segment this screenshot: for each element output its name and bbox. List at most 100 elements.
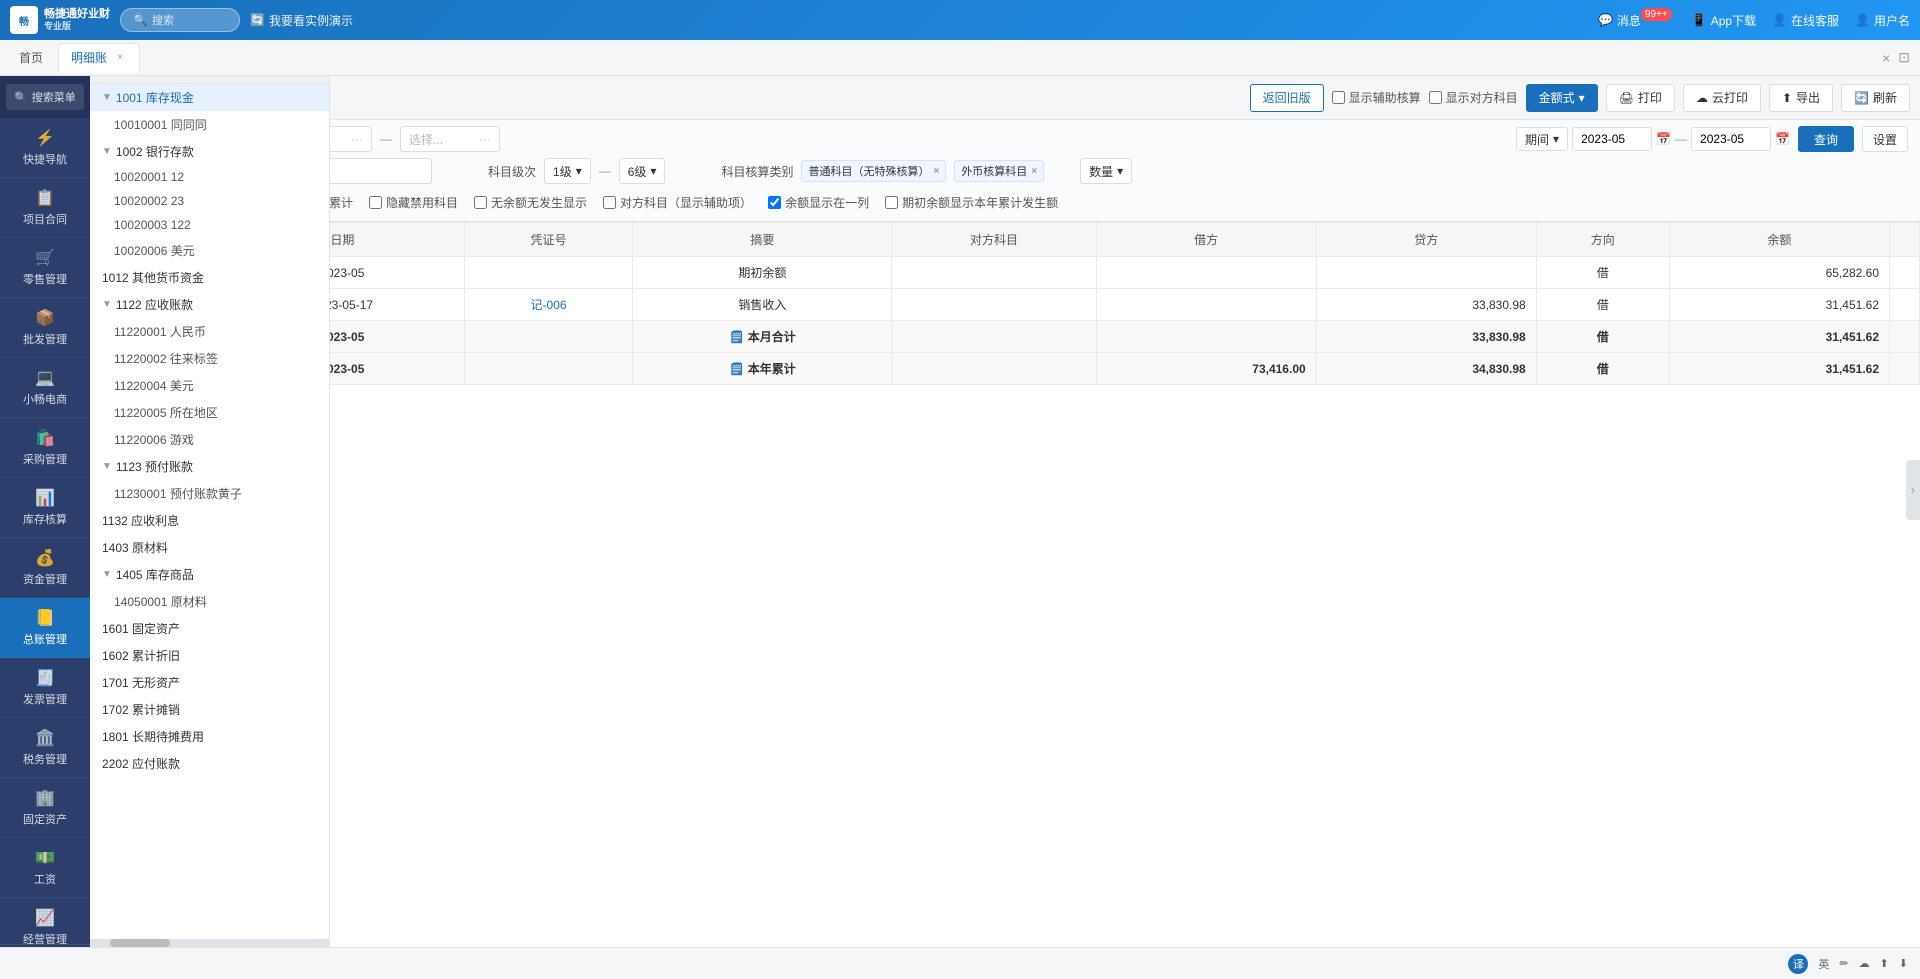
sidebar-item-assets[interactable]: 🏢 固定资产: [0, 778, 90, 838]
account-tree-item-1001[interactable]: ▼ 1001 库存现金: [90, 84, 329, 111]
col-extra: [1890, 223, 1920, 257]
sidebar-item-finance[interactable]: 💰 资金管理: [0, 538, 90, 598]
download-icon[interactable]: ⬇: [1899, 957, 1908, 970]
quantity-select[interactable]: 数量 ▾: [1080, 158, 1132, 184]
sidebar-item-payroll[interactable]: 💵 工资: [0, 838, 90, 898]
search-box[interactable]: 🔍 搜索: [120, 8, 240, 32]
sidebar-item-ledger[interactable]: 📒 总账管理: [0, 598, 90, 658]
account-tree-item-10020006[interactable]: 10020006 美元: [90, 237, 329, 264]
sidebar-item-invoice[interactable]: 🧾 发票管理: [0, 658, 90, 718]
messages-action[interactable]: 💬 消息 99+: [1598, 12, 1676, 29]
account-tree-item-1801[interactable]: 1801 长期待摊费用: [90, 723, 329, 750]
show-contra-checkbox[interactable]: 显示对方科目: [1429, 89, 1518, 106]
account-tree-item-10020002[interactable]: 10020002 23: [90, 189, 329, 213]
sidebar-item-quick-nav[interactable]: ⚡ 快捷导航: [0, 118, 90, 178]
account-tree-item-14050001[interactable]: 14050001 原材料: [90, 588, 329, 615]
level-from-select[interactable]: 1级 ▾: [544, 158, 591, 184]
account-tree-item-10020003[interactable]: 10020003 122: [90, 213, 329, 237]
sidebar-item-retail[interactable]: 🛒 零售管理: [0, 238, 90, 298]
content-area: 1001 库存现金 › ∧ 收起更多 返回旧版 显示辅助核算 显示对方科目 金额…: [90, 76, 1920, 979]
show-auxiliary-checkbox[interactable]: 显示辅助核算: [1332, 89, 1421, 106]
row-voucher[interactable]: 记-006: [464, 289, 633, 321]
account-tree-item-1405[interactable]: ▼ 1405 库存商品: [90, 561, 329, 588]
online-service-action[interactable]: 👤 在线客服: [1772, 12, 1839, 29]
hide-used-checkbox[interactable]: 隐藏禁用科目: [369, 194, 458, 211]
account-tree-item-1602[interactable]: 1602 累计折旧: [90, 642, 329, 669]
row-debit: [1096, 257, 1316, 289]
account-tree-item-11220002[interactable]: 11220002 往来标签: [90, 345, 329, 372]
account-tree-item-1012[interactable]: 1012 其他货币资金: [90, 264, 329, 291]
account-tree-item-11220001[interactable]: 11220001 人民币: [90, 318, 329, 345]
app-download-action[interactable]: 📱 App下载: [1692, 12, 1756, 29]
row-direction: 借: [1536, 353, 1669, 385]
amount-format-btn[interactable]: 金额式 ▾: [1526, 84, 1598, 112]
assets-icon: 🏢: [35, 788, 55, 808]
account-tree-item-11230001[interactable]: 11230001 预付账款黄子: [90, 480, 329, 507]
account-tree-item-2202[interactable]: 2202 应付账款: [90, 750, 329, 777]
user-icon: 👤: [1855, 13, 1870, 27]
refresh-btn[interactable]: 🔄 刷新: [1841, 84, 1910, 112]
inventory-icon: 📊: [35, 488, 55, 508]
sidebar-item-inventory[interactable]: 📊 库存核算: [0, 478, 90, 538]
demo-link[interactable]: 🔄 我要看实例演示: [250, 12, 353, 29]
period-dropdown[interactable]: 期间 ▾: [1516, 127, 1568, 151]
account-tree-item-1132[interactable]: 1132 应收利息: [90, 507, 329, 534]
tab-home[interactable]: 首页: [6, 43, 56, 73]
sidebar-item-ecommerce[interactable]: 💻 小畅电商: [0, 358, 90, 418]
edit-icon[interactable]: ✏: [1839, 957, 1848, 970]
sidebar-search-btn[interactable]: 🔍 搜索菜单: [6, 84, 84, 110]
no-balance-checkbox[interactable]: 无余额无发生显示: [474, 194, 587, 211]
balance-one-checkbox[interactable]: 余额显示在一列: [768, 194, 869, 211]
account-tree-item-11220004[interactable]: 11220004 美元: [90, 372, 329, 399]
chip-2-close[interactable]: ×: [1031, 166, 1037, 177]
account-tree-item-1702[interactable]: 1702 累计摊销: [90, 696, 329, 723]
account-tree-item-1002[interactable]: ▼ 1002 银行存款: [90, 138, 329, 165]
sidebar-item-purchase[interactable]: 🛍️ 采购管理: [0, 418, 90, 478]
period-to-input[interactable]: [1691, 127, 1771, 151]
sidebar-item-project[interactable]: 📋 项目合同: [0, 178, 90, 238]
lang-label[interactable]: 英: [1818, 956, 1829, 972]
tree-collapse-icon: ▼: [102, 461, 112, 472]
filter-setting-btn[interactable]: 设置: [1862, 126, 1908, 152]
window-minimize-btn[interactable]: ×: [1882, 50, 1890, 66]
period-from-input[interactable]: [1572, 127, 1652, 151]
opening-checkbox[interactable]: 期初余额显示本年累计发生额: [885, 194, 1058, 211]
sidebar-item-wholesale[interactable]: 📦 批发管理: [0, 298, 90, 358]
account-tree-item-10020001[interactable]: 10020001 12: [90, 165, 329, 189]
account-tree-item-1123[interactable]: ▼ 1123 预付账款: [90, 453, 329, 480]
translate-icon[interactable]: 译: [1788, 954, 1808, 974]
cloud-icon[interactable]: ☁: [1859, 957, 1870, 970]
ecommerce-icon: 💻: [35, 368, 55, 388]
account-tree-item-1403[interactable]: 1403 原材料: [90, 534, 329, 561]
project-icon: 📋: [35, 188, 55, 208]
account-tree-item-1701[interactable]: 1701 无形资产: [90, 669, 329, 696]
export-btn[interactable]: ⬆ 导出: [1769, 84, 1833, 112]
window-maximize-btn[interactable]: ⊡: [1898, 49, 1910, 66]
account-tree-item-10010001[interactable]: 10010001 同同同: [90, 111, 329, 138]
account-tree-item-11220005[interactable]: 11220005 所在地区: [90, 399, 329, 426]
tab-close-btn[interactable]: ×: [113, 51, 127, 65]
upload-icon[interactable]: ⬆: [1880, 957, 1889, 970]
print-btn[interactable]: 🖨 打印: [1606, 84, 1675, 112]
subject-to-input[interactable]: 选择... ···: [400, 126, 500, 152]
sidebar-item-operations[interactable]: 📈 经营管理: [0, 898, 90, 944]
calendar-from-icon[interactable]: 📅: [1656, 132, 1671, 146]
account-tree-item-1601[interactable]: 1601 固定资产: [90, 615, 329, 642]
calendar-to-icon[interactable]: 📅: [1775, 132, 1790, 146]
cloud-print-btn[interactable]: ☁ 云打印: [1683, 84, 1761, 112]
row-summary: 🗒 本年累计: [633, 353, 892, 385]
user-action[interactable]: 👤 用户名: [1855, 12, 1910, 29]
account-tree-item-11220006[interactable]: 11220006 游戏: [90, 426, 329, 453]
search-icon: 🔍: [14, 91, 28, 104]
search-btn[interactable]: 查询: [1798, 126, 1854, 152]
return-old-btn[interactable]: 返回旧版: [1250, 84, 1324, 112]
top-bar-right: 💬 消息 99+ 📱 App下载 👤 在线客服 👤 用户名: [1598, 12, 1910, 29]
account-tree-item-1122[interactable]: ▼ 1122 应收账款: [90, 291, 329, 318]
level-to-select[interactable]: 6级 ▾: [619, 158, 666, 184]
right-edge-toggle[interactable]: ›: [1906, 460, 1920, 520]
tab-detail[interactable]: 明细账 ×: [58, 43, 140, 73]
chip-1-close[interactable]: ×: [933, 166, 939, 177]
contra-checkbox[interactable]: 对方科目（显示辅助项）: [603, 194, 752, 211]
sidebar-item-tax[interactable]: 🏛️ 税务管理: [0, 718, 90, 778]
messages-icon: 💬: [1598, 13, 1613, 27]
